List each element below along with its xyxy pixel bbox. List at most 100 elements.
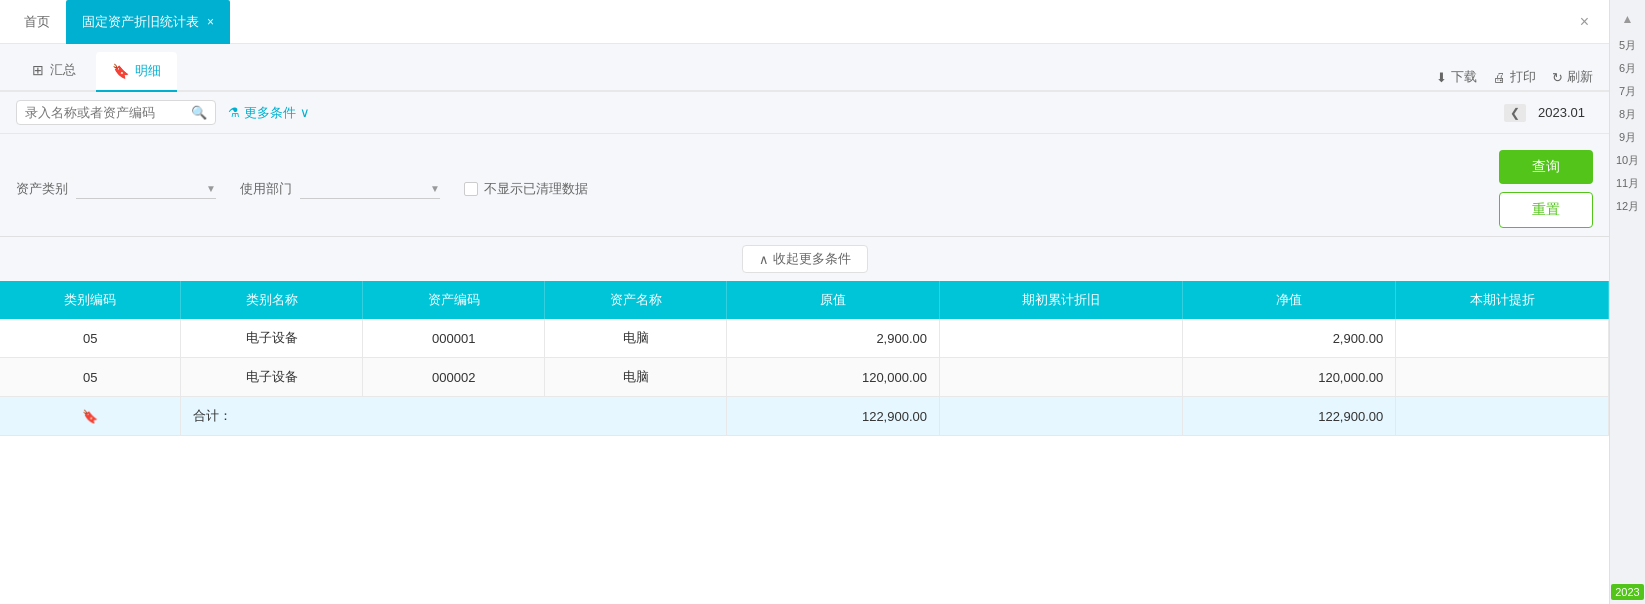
col-header-asset-code: 资产编码 [363, 281, 545, 319]
sidebar-month-item[interactable]: 8月 [1614, 103, 1641, 126]
refresh-button[interactable]: ↻ 刷新 [1552, 68, 1593, 86]
no-cleared-label: 不显示已清理数据 [484, 180, 588, 198]
col-header-accumulated-depreciation: 期初累计折旧 [940, 281, 1183, 319]
print-label: 打印 [1510, 68, 1536, 86]
cell-net-value: 120,000.00 [1183, 358, 1396, 397]
detail-icon: 🔖 [112, 63, 129, 79]
sidebar-month-item[interactable]: 7月 [1614, 80, 1641, 103]
cell-total-icon: 🔖 [0, 397, 181, 436]
print-button[interactable]: 🖨 打印 [1493, 68, 1536, 86]
sidebar-month-item[interactable]: 12月 [1614, 195, 1641, 218]
active-tab[interactable]: 固定资产折旧统计表 × [66, 0, 230, 44]
sidebar-month-item[interactable]: 6月 [1614, 57, 1641, 80]
tab-title: 固定资产折旧统计表 [82, 13, 199, 31]
cell-category-name: 电子设备 [181, 358, 363, 397]
cell-asset-code: 000001 [363, 319, 545, 358]
summary-icon: ⊞ [32, 62, 44, 78]
tab-bar: ⊞ 汇总 🔖 明细 ⬇ 下载 🖨 打印 ↻ 刷新 [0, 44, 1609, 92]
tab-summary[interactable]: ⊞ 汇总 [16, 50, 92, 90]
table-row: 05 电子设备 000001 电脑 2,900.00 2,900.00 [0, 319, 1609, 358]
department-select[interactable]: ▼ [300, 179, 440, 199]
tab-close-icon[interactable]: × [207, 15, 214, 29]
cell-net-value: 2,900.00 [1183, 319, 1396, 358]
cell-accumulated-depreciation [940, 358, 1183, 397]
col-header-asset-name: 资产名称 [545, 281, 727, 319]
table-total-row: 🔖 合计： 122,900.00 122,900.00 [0, 397, 1609, 436]
top-nav: 首页 固定资产折旧统计表 × × [0, 0, 1609, 44]
filter-buttons: 查询 重置 [1499, 150, 1593, 228]
chevron-up-icon: ∧ [759, 252, 769, 267]
sidebar-month-item[interactable]: 11月 [1614, 172, 1641, 195]
download-label: 下载 [1451, 68, 1477, 86]
search-input[interactable] [25, 105, 185, 120]
chevron-down-icon: ∨ [300, 105, 310, 120]
tab-detail[interactable]: 🔖 明细 [96, 52, 177, 92]
filter-row: 资产类别 ▼ 使用部门 ▼ 不显示已清理数据 查询 [16, 150, 1593, 228]
asset-category-arrow-icon: ▼ [206, 183, 216, 194]
print-icon: 🖨 [1493, 70, 1506, 85]
collapse-label: 收起更多条件 [773, 250, 851, 268]
cell-total-accumulated [940, 397, 1183, 436]
no-cleared-checkbox-wrap[interactable]: 不显示已清理数据 [464, 180, 588, 198]
sidebar-month-item[interactable]: 5月 [1614, 34, 1641, 57]
filter-area: 资产类别 ▼ 使用部门 ▼ 不显示已清理数据 查询 [0, 134, 1609, 237]
sidebar-year-badge: 2023 [1611, 584, 1643, 600]
cell-accumulated-depreciation [940, 319, 1183, 358]
home-nav[interactable]: 首页 [12, 13, 62, 31]
refresh-icon: ↻ [1552, 70, 1563, 85]
cell-original-value: 2,900.00 [727, 319, 940, 358]
more-conditions-label: 更多条件 [244, 104, 296, 122]
refresh-label: 刷新 [1567, 68, 1593, 86]
no-cleared-filter: 不显示已清理数据 [464, 180, 588, 198]
search-input-wrap[interactable]: 🔍 [16, 100, 216, 125]
department-arrow-icon: ▼ [430, 183, 440, 194]
col-header-original-value: 原值 [727, 281, 940, 319]
sidebar-scroll-up[interactable]: ▲ [1618, 8, 1638, 30]
collapse-bar: ∧ 收起更多条件 [0, 237, 1609, 281]
date-prev-button[interactable]: ❮ [1504, 104, 1526, 122]
cell-asset-name: 电脑 [545, 358, 727, 397]
cell-category-code: 05 [0, 319, 181, 358]
sidebar-month-item[interactable]: 10月 [1614, 149, 1641, 172]
col-header-net-value: 净值 [1183, 281, 1396, 319]
cell-total-label: 合计： [181, 397, 727, 436]
asset-category-select[interactable]: ▼ [76, 179, 216, 199]
date-display: 2023.01 [1530, 105, 1593, 120]
table-header-row: 类别编码 类别名称 资产编码 资产名称 原值 期初累计折旧 净值 本期计提折 [0, 281, 1609, 319]
download-icon: ⬇ [1436, 70, 1447, 85]
data-table: 类别编码 类别名称 资产编码 资产名称 原值 期初累计折旧 净值 本期计提折 0… [0, 281, 1609, 436]
search-icon: 🔍 [191, 105, 207, 120]
cell-total-current [1396, 397, 1609, 436]
cell-asset-name: 电脑 [545, 319, 727, 358]
no-cleared-checkbox[interactable] [464, 182, 478, 196]
department-filter: 使用部门 ▼ [240, 179, 440, 199]
cell-current-depreciation [1396, 358, 1609, 397]
asset-category-label: 资产类别 [16, 180, 68, 198]
cell-asset-code: 000002 [363, 358, 545, 397]
more-conditions-button[interactable]: ⚗ 更多条件 ∨ [228, 104, 310, 122]
query-button[interactable]: 查询 [1499, 150, 1593, 184]
window-close-button[interactable]: × [1572, 5, 1597, 39]
tab-detail-label: 明细 [135, 62, 161, 80]
filter-icon: ⚗ [228, 105, 240, 120]
cell-category-name: 电子设备 [181, 319, 363, 358]
cell-total-net-value: 122,900.00 [1183, 397, 1396, 436]
cell-current-depreciation [1396, 319, 1609, 358]
collapse-button[interactable]: ∧ 收起更多条件 [742, 245, 868, 273]
cell-total-original-value: 122,900.00 [727, 397, 940, 436]
cell-category-code: 05 [0, 358, 181, 397]
download-button[interactable]: ⬇ 下载 [1436, 68, 1477, 86]
reset-button[interactable]: 重置 [1499, 192, 1593, 228]
tab-summary-label: 汇总 [50, 61, 76, 79]
asset-category-filter: 资产类别 ▼ [16, 179, 216, 199]
right-sidebar: ▲ 5月6月7月8月9月10月11月12月 2023 [1609, 0, 1645, 604]
col-header-current-depreciation: 本期计提折 [1396, 281, 1609, 319]
search-bar: 🔍 ⚗ 更多条件 ∨ ❮ 2023.01 [0, 92, 1609, 134]
table-wrap: 类别编码 类别名称 资产编码 资产名称 原值 期初累计折旧 净值 本期计提折 0… [0, 281, 1609, 604]
department-label: 使用部门 [240, 180, 292, 198]
table-row: 05 电子设备 000002 电脑 120,000.00 120,000.00 [0, 358, 1609, 397]
col-header-category-name: 类别名称 [181, 281, 363, 319]
cell-original-value: 120,000.00 [727, 358, 940, 397]
col-header-category-code: 类别编码 [0, 281, 181, 319]
sidebar-month-item[interactable]: 9月 [1614, 126, 1641, 149]
